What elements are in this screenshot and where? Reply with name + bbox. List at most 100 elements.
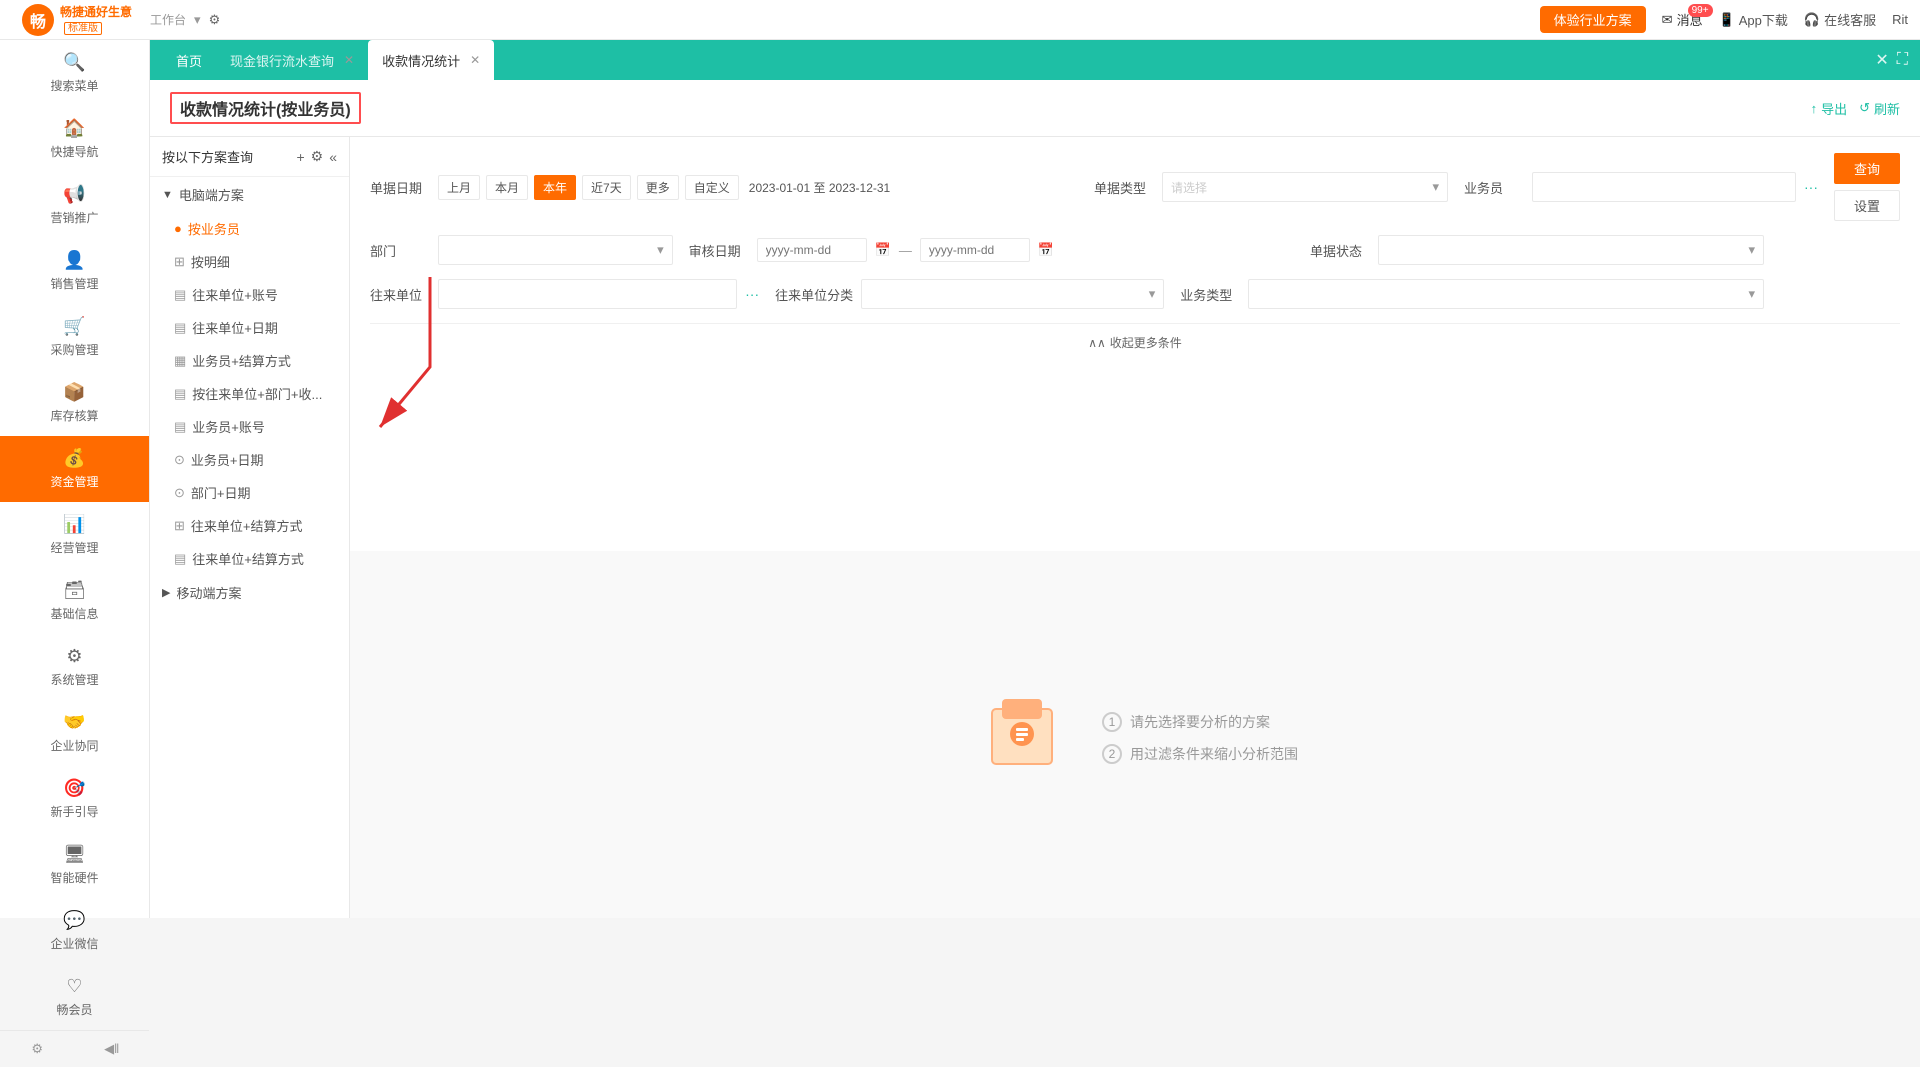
dept-select[interactable]: ▾ — [438, 235, 673, 265]
tip-label-1: 请先选择要分析的方案 — [1130, 712, 1270, 732]
user-avatar[interactable]: Rit — [1892, 12, 1908, 27]
scheme-collapse-btn[interactable]: « — [329, 149, 337, 165]
scheme-panel: 按以下方案查询 + ⚙ « ▼ 电脑端方案 — [150, 137, 350, 918]
scheme-item-dept-date[interactable]: ⊙ 部门+日期 — [150, 476, 349, 509]
export-btn[interactable]: ↑ 导出 — [1811, 99, 1848, 118]
sidebar-item-smart-hw[interactable]: 🖥 智能硬件 — [0, 832, 149, 898]
filter-biz-type-item: 业务类型 ▾ — [1180, 279, 1764, 309]
scheme-item-by-salesperson[interactable]: ● 按业务员 — [150, 212, 349, 245]
biz-type-label: 业务类型 — [1180, 285, 1240, 304]
partner-more-btn[interactable]: ··· — [745, 286, 759, 302]
top-bar: 畅 畅捷通好生意 标准版 工作台 ▾ ⚙ 体验行业方案 ✉ 消息 99+ 📱 A… — [0, 0, 1920, 40]
tab-home[interactable]: 首页 — [162, 40, 216, 80]
review-date-from-input[interactable] — [757, 238, 867, 262]
empty-tip-1: 1 请先选择要分析的方案 — [1102, 712, 1298, 732]
scheme-section-pc-header[interactable]: ▼ 电脑端方案 — [150, 177, 349, 212]
tab-bank-flow[interactable]: 现金银行流水查询 ✕ — [216, 40, 368, 80]
doc-status-chevron-icon: ▾ — [1748, 242, 1755, 258]
tab-receipt-stats-close[interactable]: ✕ — [470, 53, 480, 67]
user-name: Rit — [1892, 12, 1908, 27]
marketing-icon: 📢 — [63, 184, 85, 205]
date-btn-7days[interactable]: 近7天 — [582, 175, 631, 200]
gear-icon[interactable]: ⚙ — [209, 12, 221, 28]
salesperson-select[interactable] — [1532, 172, 1796, 202]
calendar-icon-from[interactable]: 📅 — [875, 242, 891, 258]
sidebar-label-quick-nav: 快捷导航 — [50, 143, 98, 160]
scheme-item-partner-settlement1[interactable]: ⊞ 往来单位+结算方式 — [150, 509, 349, 542]
inventory-icon: 📦 — [63, 382, 85, 403]
sidebar-item-member[interactable]: ♡ 畅会员 — [0, 964, 149, 1030]
scheme-section-mobile-header[interactable]: ▶ 移动端方案 — [150, 575, 349, 610]
salesperson-more-btn[interactable]: ··· — [1804, 179, 1818, 195]
dropdown-arrow-icon[interactable]: ▾ — [194, 12, 201, 28]
top-bar-left: 畅 畅捷通好生意 标准版 工作台 ▾ ⚙ — [12, 0, 220, 44]
sidebar-item-system[interactable]: ⚙ 系统管理 — [0, 634, 149, 700]
online-service-btn[interactable]: 🎧 在线客服 — [1804, 10, 1876, 29]
scheme-item-icon-dd: ⊙ — [174, 485, 185, 501]
notification-area[interactable]: ✉ 消息 99+ — [1662, 10, 1703, 29]
sidebar-item-enterprise[interactable]: 🤝 企业协同 — [0, 700, 149, 766]
scheme-item-icon-pd: ▤ — [174, 320, 186, 336]
scheme-item-salesperson-date[interactable]: ⊙ 业务员+日期 — [150, 443, 349, 476]
sidebar-item-quick-nav[interactable]: 🏠 快捷导航 — [0, 106, 149, 172]
sidebar-item-funds[interactable]: 💰 资金管理 — [0, 436, 149, 502]
review-date-label: 审核日期 — [689, 241, 749, 260]
app-download-btn[interactable]: 📱 App下载 — [1719, 10, 1788, 29]
sidebar-item-guide[interactable]: 🎯 新手引导 — [0, 766, 149, 832]
partner-select[interactable] — [438, 279, 737, 309]
calendar-icon-to[interactable]: 📅 — [1038, 242, 1054, 258]
setting-btn[interactable]: 设置 — [1834, 190, 1900, 221]
partner-category-select[interactable]: ▾ — [861, 279, 1164, 309]
scheme-item-label-ps2: 往来单位+结算方式 — [192, 549, 304, 568]
sidebar-item-inventory[interactable]: 📦 库存核算 — [0, 370, 149, 436]
scheme-item-partner-account[interactable]: ▤ 往来单位+账号 — [150, 278, 349, 311]
scheme-setting-btn[interactable]: ⚙ — [311, 148, 324, 165]
refresh-btn[interactable]: ↺ 刷新 — [1859, 99, 1900, 118]
date-btn-this-month[interactable]: 本月 — [486, 175, 528, 200]
sidebar-item-sales[interactable]: 👤 销售管理 — [0, 238, 149, 304]
collapse-label: 收起更多条件 — [1110, 334, 1182, 351]
section-collapsed-icon: ▶ — [162, 586, 170, 599]
scheme-item-salesperson-settlement[interactable]: ▦ 业务员+结算方式 — [150, 344, 349, 377]
tab-fullscreen-icon[interactable]: ⛶ — [1897, 51, 1908, 69]
scheme-item-partner-settlement2[interactable]: ▤ 往来单位+结算方式 — [150, 542, 349, 575]
scheme-item-by-detail[interactable]: ⊞ 按明细 — [150, 245, 349, 278]
query-btn[interactable]: 查询 — [1834, 153, 1900, 184]
tab-bank-flow-close[interactable]: ✕ — [344, 53, 354, 67]
filter-row-3: 往来单位 ··· 往来单位分类 ▾ — [370, 279, 1900, 309]
doc-status-select[interactable]: ▾ — [1378, 235, 1764, 265]
scheme-item-label-salesperson: 按业务员 — [188, 219, 240, 238]
date-btn-last-month[interactable]: 上月 — [438, 175, 480, 200]
scheme-item-salesperson-account[interactable]: ▤ 业务员+账号 — [150, 410, 349, 443]
scheme-item-partner-date[interactable]: ▤ 往来单位+日期 — [150, 311, 349, 344]
sidebar-settings-btn[interactable]: ⚙ — [0, 1031, 75, 1067]
scheme-item-label-dd: 部门+日期 — [191, 483, 251, 502]
sidebar-collapse-btn[interactable]: ◀‖ — [75, 1031, 150, 1067]
doc-type-select[interactable]: 请选择 ▾ — [1162, 172, 1448, 202]
sidebar-item-operations[interactable]: 📊 经营管理 — [0, 502, 149, 568]
app-name: 畅捷通好生意 — [60, 5, 132, 19]
collapse-bar[interactable]: ∧∧ 收起更多条件 — [370, 323, 1900, 361]
filter-partner-category-item: 往来单位分类 ▾ — [775, 279, 1164, 309]
sidebar-item-basic-info[interactable]: 🗃 基础信息 — [0, 568, 149, 634]
date-options-row: 上月 本月 本年 近7天 更多 自定义 2023-01-01 至 — [438, 175, 894, 200]
review-date-to-input[interactable] — [920, 238, 1030, 262]
date-label: 单据日期 — [370, 178, 430, 197]
collapse-arrow-icon: ∧∧ — [1088, 336, 1106, 350]
sidebar-item-wechat[interactable]: 💬 企业微信 — [0, 898, 149, 964]
scheme-item-label-ss: 业务员+结算方式 — [192, 351, 291, 370]
scheme-item-partner-dept-collect[interactable]: ▤ 按往来单位+部门+收... — [150, 377, 349, 410]
salesperson-label: 业务员 — [1464, 178, 1524, 197]
empty-area: 1 请先选择要分析的方案 2 用过滤条件来缩小分析范围 — [350, 551, 1920, 918]
sidebar-item-marketing[interactable]: 📢 营销推广 — [0, 172, 149, 238]
scheme-add-btn[interactable]: + — [296, 149, 304, 165]
date-btn-more[interactable]: 更多 — [637, 175, 679, 200]
sidebar-item-search-menu[interactable]: 🔍 搜索菜单 — [0, 40, 149, 106]
tab-close-all-icon[interactable]: ✕ — [1875, 50, 1888, 70]
date-btn-custom[interactable]: 自定义 — [685, 175, 739, 200]
trial-btn[interactable]: 体验行业方案 — [1540, 6, 1646, 33]
tab-receipt-stats[interactable]: 收款情况统计 ✕ — [368, 40, 494, 80]
biz-type-select[interactable]: ▾ — [1248, 279, 1764, 309]
sidebar-item-purchase[interactable]: 🛒 采购管理 — [0, 304, 149, 370]
date-btn-this-year[interactable]: 本年 — [534, 175, 576, 200]
